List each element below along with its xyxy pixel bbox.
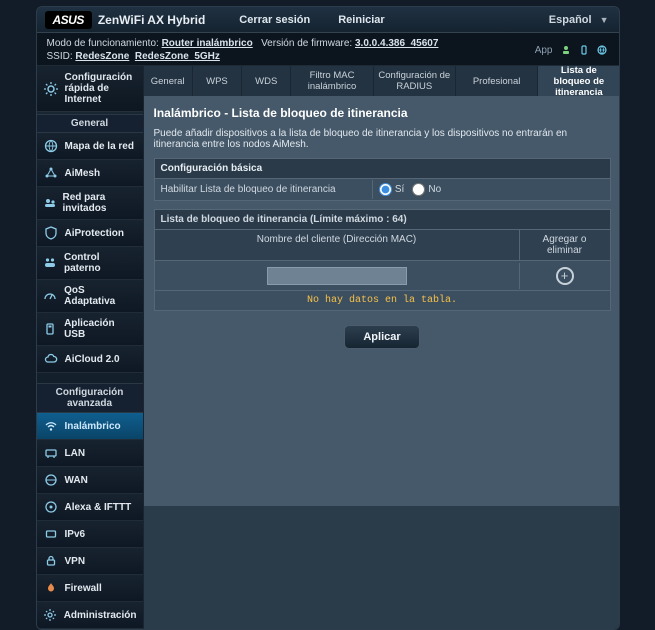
nav-wireless[interactable]: Inalámbrico bbox=[37, 413, 143, 440]
nav-wan[interactable]: WAN bbox=[37, 467, 143, 494]
enable-label: Habilitar Lista de bloqueo de itineranci… bbox=[155, 180, 373, 199]
tab-mac-filter[interactable]: Filtro MAC inalámbrico bbox=[291, 66, 373, 96]
add-button[interactable]: + bbox=[556, 267, 574, 285]
ssid1-link[interactable]: RedesZone bbox=[75, 51, 129, 62]
product-name: ZenWiFi AX Hybrid bbox=[98, 13, 205, 27]
mac-input[interactable] bbox=[267, 267, 407, 285]
tab-roaming-blocklist[interactable]: Lista de bloqueo de itinerancia bbox=[538, 66, 619, 96]
flame-icon bbox=[43, 580, 59, 596]
tab-radius[interactable]: Configuración de RADIUS bbox=[374, 66, 456, 96]
brand-logo: ASUS bbox=[45, 11, 92, 29]
section-general-header: General bbox=[37, 114, 143, 133]
guest-icon bbox=[43, 195, 57, 211]
gauge-icon bbox=[43, 288, 59, 304]
family-icon bbox=[43, 255, 58, 271]
ssid2-link[interactable]: RedesZone_5GHz bbox=[135, 51, 220, 62]
nav-qos[interactable]: QoS Adaptativa bbox=[37, 280, 143, 313]
col-client-header: Nombre del cliente (Dirección MAC) bbox=[155, 230, 520, 260]
col-action-header: Agregar o eliminar bbox=[520, 230, 610, 260]
shield-icon bbox=[43, 225, 59, 241]
tab-wds[interactable]: WDS bbox=[242, 66, 291, 96]
nav-aiprotection[interactable]: AiProtection bbox=[37, 220, 143, 247]
nav-aicloud[interactable]: AiCloud 2.0 bbox=[37, 346, 143, 373]
tab-general[interactable]: General bbox=[144, 66, 193, 96]
cloud-icon bbox=[43, 351, 59, 367]
language-label: Español bbox=[549, 14, 592, 26]
firmware-link[interactable]: 3.0.0.4.386_45607 bbox=[355, 38, 438, 49]
blocklist-header: Lista de bloqueo de itinerancia (Límite … bbox=[154, 209, 611, 230]
nav-aimesh[interactable]: AiMesh bbox=[37, 160, 143, 187]
usb-icon[interactable] bbox=[577, 43, 591, 57]
basic-config-header: Configuración básica bbox=[154, 158, 611, 178]
logout-button[interactable]: Cerrar sesión bbox=[225, 7, 324, 32]
app-label: App bbox=[535, 45, 553, 56]
enable-no-radio[interactable]: No bbox=[412, 183, 441, 196]
mesh-icon bbox=[43, 165, 59, 181]
tab-wps[interactable]: WPS bbox=[193, 66, 242, 96]
lan-icon bbox=[43, 445, 59, 461]
system-info: Modo de funcionamiento: Router inalámbri… bbox=[47, 37, 439, 63]
internet-icon[interactable] bbox=[595, 43, 609, 57]
nav-admin[interactable]: Administración bbox=[37, 602, 143, 629]
page-title: Inalámbrico - Lista de bloqueo de itiner… bbox=[154, 106, 611, 120]
quick-setup-label: Configuración rápida de Internet bbox=[65, 72, 137, 105]
ipv6-icon bbox=[43, 526, 59, 542]
usb-app-icon bbox=[43, 321, 59, 337]
nav-usb-app[interactable]: Aplicación USB bbox=[37, 313, 143, 346]
settings-icon bbox=[43, 607, 58, 623]
section-advanced-header: Configuración avanzada bbox=[37, 383, 143, 413]
clients-icon[interactable] bbox=[559, 43, 573, 57]
wifi-icon bbox=[43, 418, 59, 434]
nav-vpn[interactable]: VPN bbox=[37, 548, 143, 575]
nav-firewall[interactable]: Firewall bbox=[37, 575, 143, 602]
enable-yes-radio[interactable]: Sí bbox=[379, 183, 404, 196]
nav-alexa[interactable]: Alexa & IFTTT bbox=[37, 494, 143, 521]
nav-guest-network[interactable]: Red para invitados bbox=[37, 187, 143, 220]
wan-icon bbox=[43, 472, 59, 488]
nav-ipv6[interactable]: IPv6 bbox=[37, 521, 143, 548]
language-selector[interactable]: Español ▼ bbox=[549, 14, 609, 26]
gear-icon bbox=[43, 81, 59, 97]
op-mode-link[interactable]: Router inalámbrico bbox=[162, 38, 253, 49]
nav-network-map[interactable]: Mapa de la red bbox=[37, 133, 143, 160]
empty-table-message: No hay datos en la tabla. bbox=[307, 295, 457, 306]
globe-icon bbox=[43, 138, 59, 154]
nav-lan[interactable]: LAN bbox=[37, 440, 143, 467]
reboot-button[interactable]: Reiniciar bbox=[324, 7, 398, 32]
quick-internet-setup[interactable]: Configuración rápida de Internet bbox=[37, 66, 143, 112]
plus-icon: + bbox=[561, 268, 569, 283]
lock-icon bbox=[43, 553, 59, 569]
chevron-down-icon: ▼ bbox=[600, 15, 609, 25]
tab-professional[interactable]: Profesional bbox=[456, 66, 538, 96]
apply-button[interactable]: Aplicar bbox=[344, 325, 419, 349]
page-description: Puede añadir dispositivos a la lista de … bbox=[154, 128, 611, 150]
wireless-tabs: General WPS WDS Filtro MAC inalámbrico C… bbox=[144, 66, 620, 96]
voice-icon bbox=[43, 499, 59, 515]
nav-parental[interactable]: Control paterno bbox=[37, 247, 143, 280]
